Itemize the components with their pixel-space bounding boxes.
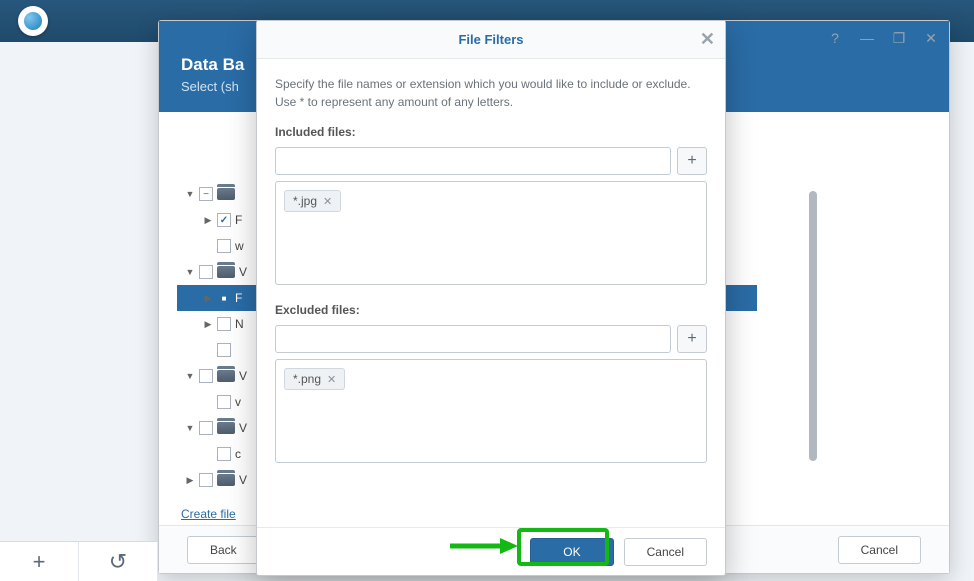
tree-checkbox[interactable]	[217, 239, 231, 253]
tree-label: F	[235, 291, 242, 305]
minimize-icon[interactable]: —	[855, 27, 879, 49]
excluded-files-tagbox[interactable]: *.png ✕	[275, 359, 707, 463]
history-button[interactable]: ↺	[79, 542, 158, 581]
tree-checkbox[interactable]	[217, 213, 231, 227]
tag-label: *.png	[293, 372, 321, 386]
dialog-title: File Filters	[458, 32, 523, 47]
scrollbar[interactable]	[809, 191, 817, 461]
dialog-footer: OK Cancel	[257, 527, 725, 575]
tree-checkbox[interactable]	[199, 369, 213, 383]
cancel-button[interactable]: Cancel	[838, 536, 921, 564]
volume-icon	[217, 266, 235, 278]
tree-label: N	[235, 317, 244, 331]
included-files-input[interactable]	[275, 147, 671, 175]
add-task-button[interactable]: +	[0, 542, 79, 581]
included-files-label: Included files:	[275, 125, 707, 139]
expand-arrow-icon[interactable]: ▼	[185, 371, 195, 381]
volume-icon	[217, 370, 235, 382]
excluded-files-label: Excluded files:	[275, 303, 707, 317]
tree-checkbox[interactable]	[199, 473, 213, 487]
ok-button[interactable]: OK	[530, 538, 613, 566]
dialog-close-icon[interactable]: ✕	[700, 29, 715, 50]
tree-label: V	[239, 473, 247, 487]
tag-label: *.jpg	[293, 194, 317, 208]
volume-icon	[217, 422, 235, 434]
tree-label: V	[239, 369, 247, 383]
excluded-tag[interactable]: *.png ✕	[284, 368, 345, 390]
tree-checkbox[interactable]	[217, 447, 231, 461]
tree-checkbox[interactable]	[217, 395, 231, 409]
expand-arrow-icon[interactable]: ▶	[203, 215, 213, 226]
back-button[interactable]: Back	[187, 536, 260, 564]
help-icon[interactable]: ?	[823, 27, 847, 49]
excluded-files-input[interactable]	[275, 325, 671, 353]
expand-arrow-icon[interactable]: ▶	[203, 293, 213, 304]
tree-label: w	[235, 239, 244, 253]
remove-tag-icon[interactable]: ✕	[327, 373, 336, 386]
tree-checkbox[interactable]	[199, 265, 213, 279]
dialog-description: Specify the file names or extension whic…	[275, 75, 707, 111]
tree-checkbox[interactable]	[199, 421, 213, 435]
included-tag[interactable]: *.jpg ✕	[284, 190, 341, 212]
dialog-body: Specify the file names or extension whic…	[257, 59, 725, 527]
volume-icon	[217, 474, 235, 486]
file-filters-dialog: File Filters ✕ Specify the file names or…	[256, 20, 726, 576]
create-file-filter-link[interactable]: Create file	[181, 507, 236, 521]
expand-arrow-icon[interactable]: ▼	[185, 423, 195, 433]
dialog-titlebar: File Filters ✕	[257, 21, 725, 59]
tree-label: V	[239, 421, 247, 435]
dialog-cancel-button[interactable]: Cancel	[624, 538, 707, 566]
close-icon[interactable]: ✕	[919, 27, 943, 49]
included-files-tagbox[interactable]: *.jpg ✕	[275, 181, 707, 285]
add-excluded-button[interactable]: +	[677, 325, 707, 353]
remove-tag-icon[interactable]: ✕	[323, 195, 332, 208]
tree-label: F	[235, 213, 242, 227]
expand-arrow-icon[interactable]: ▼	[185, 189, 195, 199]
tree-label: c	[235, 447, 241, 461]
tree-checkbox[interactable]	[217, 317, 231, 331]
tree-checkbox[interactable]	[217, 291, 231, 305]
dsm-logo-icon[interactable]	[18, 6, 48, 36]
expand-arrow-icon[interactable]: ▶	[185, 475, 195, 486]
left-toolbar: + ↺	[0, 541, 158, 581]
tree-label: v	[235, 395, 241, 409]
maximize-icon[interactable]: ❐	[887, 27, 911, 49]
expand-arrow-icon[interactable]: ▶	[203, 319, 213, 330]
window-controls: ? — ❐ ✕	[823, 27, 943, 49]
tree-label: V	[239, 265, 247, 279]
tree-checkbox[interactable]	[199, 187, 213, 201]
volume-icon	[217, 188, 235, 200]
add-included-button[interactable]: +	[677, 147, 707, 175]
tree-checkbox[interactable]	[217, 343, 231, 357]
expand-arrow-icon[interactable]: ▼	[185, 267, 195, 277]
